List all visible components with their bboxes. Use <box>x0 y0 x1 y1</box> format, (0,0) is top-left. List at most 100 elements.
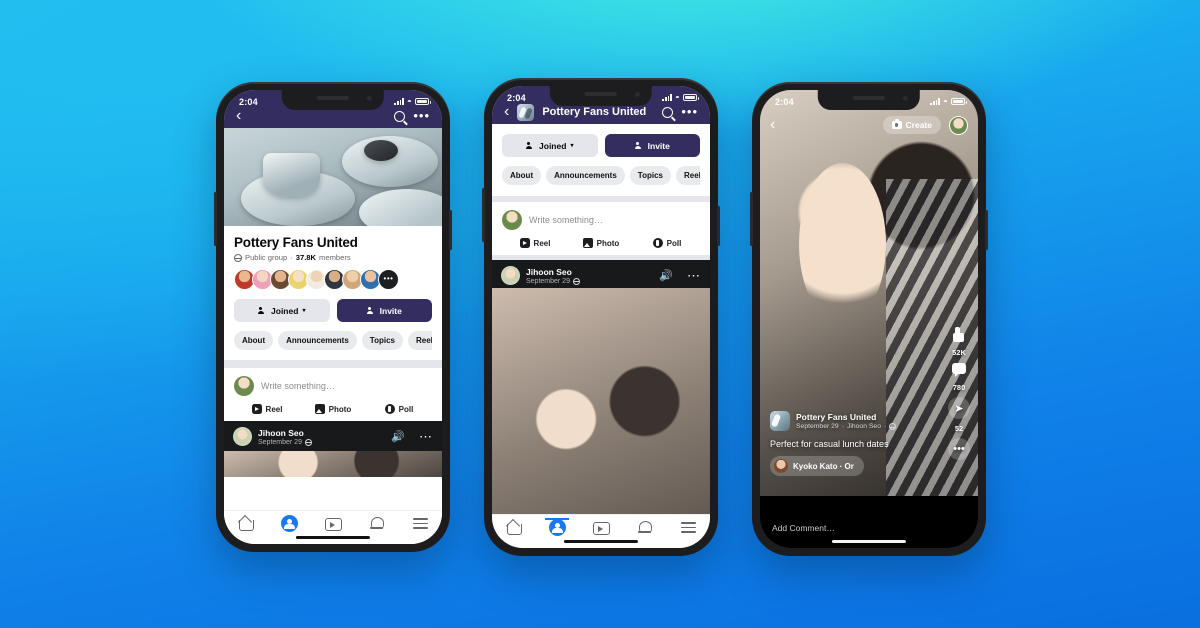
home-indicator <box>831 539 907 543</box>
composer-poll-button[interactable]: Poll <box>366 404 432 414</box>
tab-about[interactable]: About <box>234 331 274 350</box>
chevron-down-icon: ▾ <box>570 142 574 149</box>
comment-preview-pill[interactable]: Kyoko Kato · Or <box>770 456 864 476</box>
reel-meta: September 29 · Jihoon Seo · <box>796 423 897 430</box>
camera-icon <box>891 119 902 129</box>
composer-poll-button[interactable]: Poll <box>634 238 700 248</box>
person-add-icon <box>634 142 644 149</box>
member-avatars[interactable]: ••• <box>234 269 432 290</box>
tab-reels[interactable]: Reels <box>407 331 432 350</box>
composer-photo-button[interactable]: Photo <box>568 238 634 248</box>
phone-3-screen: 2:04 ◓ ‹ Create 52K 780 ➤ 52 ••• Pottery… <box>760 90 978 548</box>
reel-top-bar: ‹ Create <box>760 110 978 140</box>
more-options-icon[interactable]: ••• <box>413 109 430 122</box>
search-icon[interactable] <box>662 106 674 118</box>
section-divider <box>224 360 442 368</box>
tab-topics[interactable]: Topics <box>361 331 403 350</box>
tab-announcements[interactable]: Announcements <box>546 166 625 185</box>
nav-groups-icon[interactable] <box>280 515 298 532</box>
post-more-icon[interactable]: ⋯ <box>419 430 433 443</box>
avatar <box>501 266 520 285</box>
member-count: 37.8K <box>295 253 317 262</box>
more-members-avatar[interactable]: ••• <box>378 269 399 290</box>
poll-label: Poll <box>666 238 682 248</box>
profile-avatar[interactable] <box>949 115 968 135</box>
phone-1-screen: 2:04 ◓ ‹ ••• Pottery Fans United Public … <box>224 90 442 544</box>
reel-date: September 29 <box>796 423 839 430</box>
composer-reel-button[interactable]: Reel <box>502 238 568 248</box>
like-icon[interactable] <box>951 327 967 343</box>
group-info: Pottery Fans United Public group · 37.8K… <box>224 226 442 351</box>
globe-icon <box>234 253 242 262</box>
write-something-input[interactable]: Write something… <box>261 381 335 391</box>
phone-1-group-profile: 2:04 ◓ ‹ ••• Pottery Fans United Public … <box>214 82 452 552</box>
tab-topics[interactable]: Topics <box>629 166 671 185</box>
nav-notifications-icon[interactable] <box>636 520 653 535</box>
globe-icon <box>304 438 312 446</box>
sound-icon[interactable]: 🔊 <box>391 430 405 443</box>
nav-groups-icon[interactable] <box>545 518 570 536</box>
nav-notifications-icon[interactable] <box>368 516 385 531</box>
reel-caption-block: Pottery Fans United September 29 · Jihoo… <box>770 411 932 478</box>
wifi-icon: ◓ <box>942 96 948 106</box>
group-logo-icon <box>770 411 790 431</box>
reel-group-name[interactable]: Pottery Fans United <box>796 412 896 422</box>
reel-author: Jihoon Seo <box>846 423 881 430</box>
home-indicator <box>563 539 639 543</box>
status-time: 2:04 <box>775 96 794 107</box>
joined-button[interactable]: Joined ▾ <box>234 299 330 322</box>
back-icon[interactable]: ‹ <box>770 116 775 134</box>
post-date: September 29 <box>258 438 312 446</box>
more-options-icon[interactable]: ••• <box>681 105 698 118</box>
poll-icon <box>652 238 663 248</box>
more-options-icon[interactable]: ••• <box>948 438 970 460</box>
nav-home-icon[interactable] <box>505 520 523 535</box>
meta-separator: · <box>883 423 887 430</box>
signal-icon <box>394 98 404 105</box>
people-icon <box>526 142 535 149</box>
nav-watch-icon[interactable] <box>592 520 611 535</box>
nav-home-icon[interactable] <box>237 516 255 531</box>
status-time: 2:04 <box>507 92 526 103</box>
nav-watch-icon[interactable] <box>324 516 343 531</box>
phone-2-group-feed: 2:04 ◓ ‹ Pottery Fans United ••• Joined <box>482 78 720 556</box>
reel-caption-text: Perfect for casual lunch dates <box>770 439 889 449</box>
post-more-icon[interactable]: ⋯ <box>687 269 701 282</box>
group-tabs: About Announcements Topics Reels <box>234 331 432 351</box>
invite-label: Invite <box>647 140 670 151</box>
share-icon[interactable]: ➤ <box>948 397 970 419</box>
share-count: 52 <box>954 424 964 433</box>
nav-menu-icon[interactable] <box>680 520 697 535</box>
invite-label: Invite <box>379 305 402 316</box>
write-something-input[interactable]: Write something… <box>529 215 603 225</box>
group-meta: Public group · 37.8K members <box>234 253 432 262</box>
tab-announcements[interactable]: Announcements <box>278 331 357 350</box>
avatar <box>233 427 252 446</box>
joined-button[interactable]: Joined ▾ <box>502 134 598 157</box>
invite-button[interactable]: Invite <box>604 134 700 157</box>
wifi-icon: ◓ <box>674 92 680 102</box>
reel-icon <box>519 238 530 248</box>
tab-reels[interactable]: Reels <box>675 166 700 185</box>
invite-button[interactable]: Invite <box>336 299 432 322</box>
page-title: Pottery Fans United <box>234 235 358 250</box>
post-author: Jihoon Seo <box>526 266 572 277</box>
feed-post[interactable]: Jihoon Seo September 29 🔊 ⋯ <box>492 260 710 548</box>
comment-icon[interactable] <box>951 362 967 378</box>
comment-count: 780 <box>952 383 966 392</box>
composer-photo-button[interactable]: Photo <box>300 404 366 414</box>
nav-menu-icon[interactable] <box>412 516 429 531</box>
create-button[interactable]: Create <box>882 116 941 134</box>
composer-reel-button[interactable]: Reel <box>234 404 300 414</box>
globe-icon <box>889 423 897 430</box>
group-action-buttons: Joined ▾ Invite <box>502 134 700 157</box>
search-icon[interactable] <box>394 110 406 122</box>
sound-icon[interactable]: 🔊 <box>659 269 673 282</box>
feed-post[interactable]: Jihoon Seo September 29 🔊 ⋯ <box>224 421 442 477</box>
phone-3-reel-viewer: 2:04 ◓ ‹ Create 52K 780 ➤ 52 ••• Pottery… <box>750 82 988 556</box>
battery-icon <box>415 98 431 105</box>
group-feed-body: Joined ▾ Invite About Announcements Topi… <box>492 124 710 548</box>
tab-about[interactable]: About <box>502 166 542 185</box>
post-composer: Write something… Reel Photo Poll <box>224 368 442 421</box>
photo-label: Photo <box>328 404 352 414</box>
